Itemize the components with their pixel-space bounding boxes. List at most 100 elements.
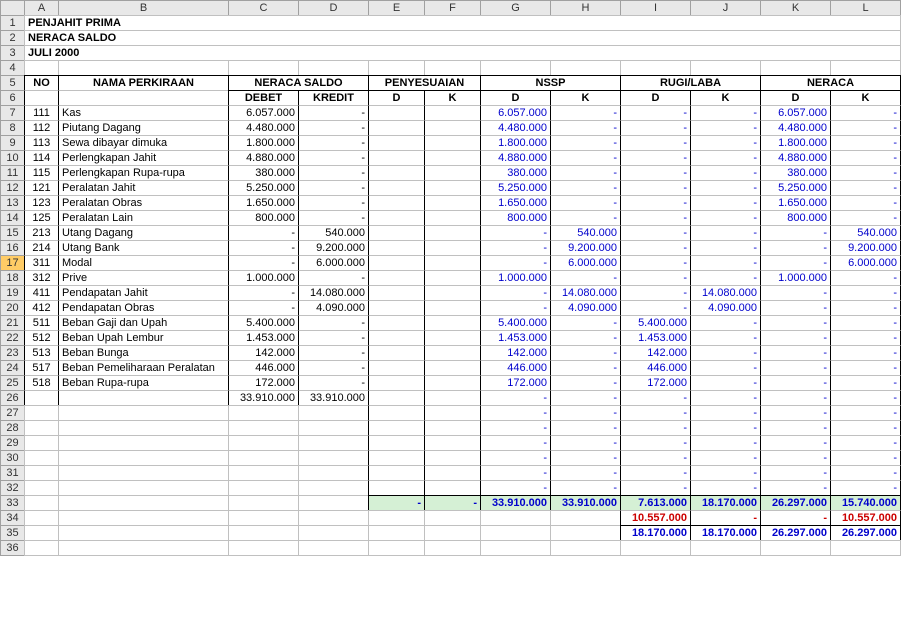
row-header-29[interactable]: 29 (0, 435, 25, 451)
row-header-1[interactable]: 1 (0, 15, 25, 31)
cell-debet: 5.250.000 (228, 180, 299, 196)
cell-kredit: - (298, 165, 369, 181)
row-header-9[interactable]: 9 (0, 135, 25, 151)
spreadsheet-grid[interactable]: ABCDEFGHIJKL1PENJAHIT PRIMA2NERACA SALDO… (0, 0, 911, 555)
cell-rl-k: - (690, 255, 761, 271)
row-header-25[interactable]: 25 (0, 375, 25, 391)
row-header-3[interactable]: 3 (0, 45, 25, 61)
cell-kredit: - (298, 150, 369, 166)
row-header-32[interactable]: 32 (0, 480, 25, 496)
row-header-33[interactable]: 33 (0, 495, 25, 511)
cell-nama: Beban Pemeliharaan Peralatan (58, 360, 229, 376)
row-header-6[interactable]: 6 (0, 90, 25, 106)
row-header-34[interactable]: 34 (0, 510, 25, 526)
cell-ner-k: - (830, 360, 901, 376)
cell-ner-k: - (830, 285, 901, 301)
column-header-E[interactable]: E (368, 0, 425, 16)
row-header-5[interactable]: 5 (0, 75, 25, 91)
row-header-14[interactable]: 14 (0, 210, 25, 226)
row-header-30[interactable]: 30 (0, 450, 25, 466)
column-header-A[interactable]: A (24, 0, 59, 16)
row-header-12[interactable]: 12 (0, 180, 25, 196)
final-l: 26.297.000 (830, 525, 901, 541)
row-header-15[interactable]: 15 (0, 225, 25, 241)
row-header-8[interactable]: 8 (0, 120, 25, 136)
row-header-27[interactable]: 27 (0, 405, 25, 421)
column-header-I[interactable]: I (620, 0, 691, 16)
cell-no: 111 (24, 105, 59, 121)
cell-nssp-d: 1.000.000 (480, 270, 551, 286)
row-header-7[interactable]: 7 (0, 105, 25, 121)
cell-rl-k: - (690, 135, 761, 151)
row-header-4[interactable]: 4 (0, 60, 25, 76)
row-header-35[interactable]: 35 (0, 525, 25, 541)
cell-rl-d: - (620, 150, 691, 166)
column-header-G[interactable]: G (480, 0, 551, 16)
row-header-23[interactable]: 23 (0, 345, 25, 361)
cell-nama: Utang Bank (58, 240, 229, 256)
row-header-36[interactable]: 36 (0, 540, 25, 556)
column-header-K[interactable]: K (760, 0, 831, 16)
cell-ner-k: - (830, 345, 901, 361)
cell-ner-d: 1.650.000 (760, 195, 831, 211)
header-nssp: NSSP (480, 75, 621, 91)
cell-nama: Beban Rupa-rupa (58, 375, 229, 391)
column-header-H[interactable]: H (550, 0, 621, 16)
cell-ner-k: 540.000 (830, 225, 901, 241)
column-header-F[interactable]: F (424, 0, 481, 16)
row-header-21[interactable]: 21 (0, 315, 25, 331)
cell-ner-d: 1.000.000 (760, 270, 831, 286)
cell-rl-k: - (690, 270, 761, 286)
cell-nssp-k: - (550, 180, 621, 196)
cell-debet: 172.000 (228, 375, 299, 391)
column-header-J[interactable]: J (690, 0, 761, 16)
header-penyesuaian: PENYESUAIAN (368, 75, 481, 91)
cell-nssp-k: - (550, 150, 621, 166)
cell-rl-d: - (620, 270, 691, 286)
cell-nssp-d: - (480, 255, 551, 271)
row-header-18[interactable]: 18 (0, 270, 25, 286)
row-header-31[interactable]: 31 (0, 465, 25, 481)
row-header-24[interactable]: 24 (0, 360, 25, 376)
cell-ner-d: - (760, 330, 831, 346)
cell-ner-k: - (830, 330, 901, 346)
column-header-L[interactable]: L (830, 0, 901, 16)
cell-rl-k: - (690, 150, 761, 166)
cell-ner-d: 800.000 (760, 210, 831, 226)
row-header-17[interactable]: 17 (0, 255, 25, 271)
select-all-corner[interactable] (0, 0, 25, 16)
row-header-19[interactable]: 19 (0, 285, 25, 301)
row-header-2[interactable]: 2 (0, 30, 25, 46)
cell-nama: Peralatan Obras (58, 195, 229, 211)
cell-debet: 446.000 (228, 360, 299, 376)
column-header-C[interactable]: C (228, 0, 299, 16)
header-k-0: K (424, 90, 481, 106)
row-header-26[interactable]: 26 (0, 390, 25, 406)
cell-debet: 4.480.000 (228, 120, 299, 136)
row-header-20[interactable]: 20 (0, 300, 25, 316)
column-header-D[interactable]: D (298, 0, 369, 16)
cell-nssp-d: 142.000 (480, 345, 551, 361)
cell-ner-d: - (760, 315, 831, 331)
cell-rl-k: 4.090.000 (690, 300, 761, 316)
cell-debet: 800.000 (228, 210, 299, 226)
cell-ner-k: - (830, 105, 901, 121)
row-header-13[interactable]: 13 (0, 195, 25, 211)
row-header-28[interactable]: 28 (0, 420, 25, 436)
cell-rl-k: - (690, 375, 761, 391)
cell-ner-d: 6.057.000 (760, 105, 831, 121)
cell-nama: Kas (58, 105, 229, 121)
cell-nssp-k: 14.080.000 (550, 285, 621, 301)
row-header-11[interactable]: 11 (0, 165, 25, 181)
row-header-16[interactable]: 16 (0, 240, 25, 256)
cell-debet: - (228, 225, 299, 241)
cell-nssp-k: - (550, 120, 621, 136)
cell-nssp-d: 1.453.000 (480, 330, 551, 346)
column-header-B[interactable]: B (58, 0, 229, 16)
cell-no: 213 (24, 225, 59, 241)
row-header-22[interactable]: 22 (0, 330, 25, 346)
cell-rl-d: 5.400.000 (620, 315, 691, 331)
cell-rl-k: - (690, 315, 761, 331)
cell-debet: 1.650.000 (228, 195, 299, 211)
row-header-10[interactable]: 10 (0, 150, 25, 166)
